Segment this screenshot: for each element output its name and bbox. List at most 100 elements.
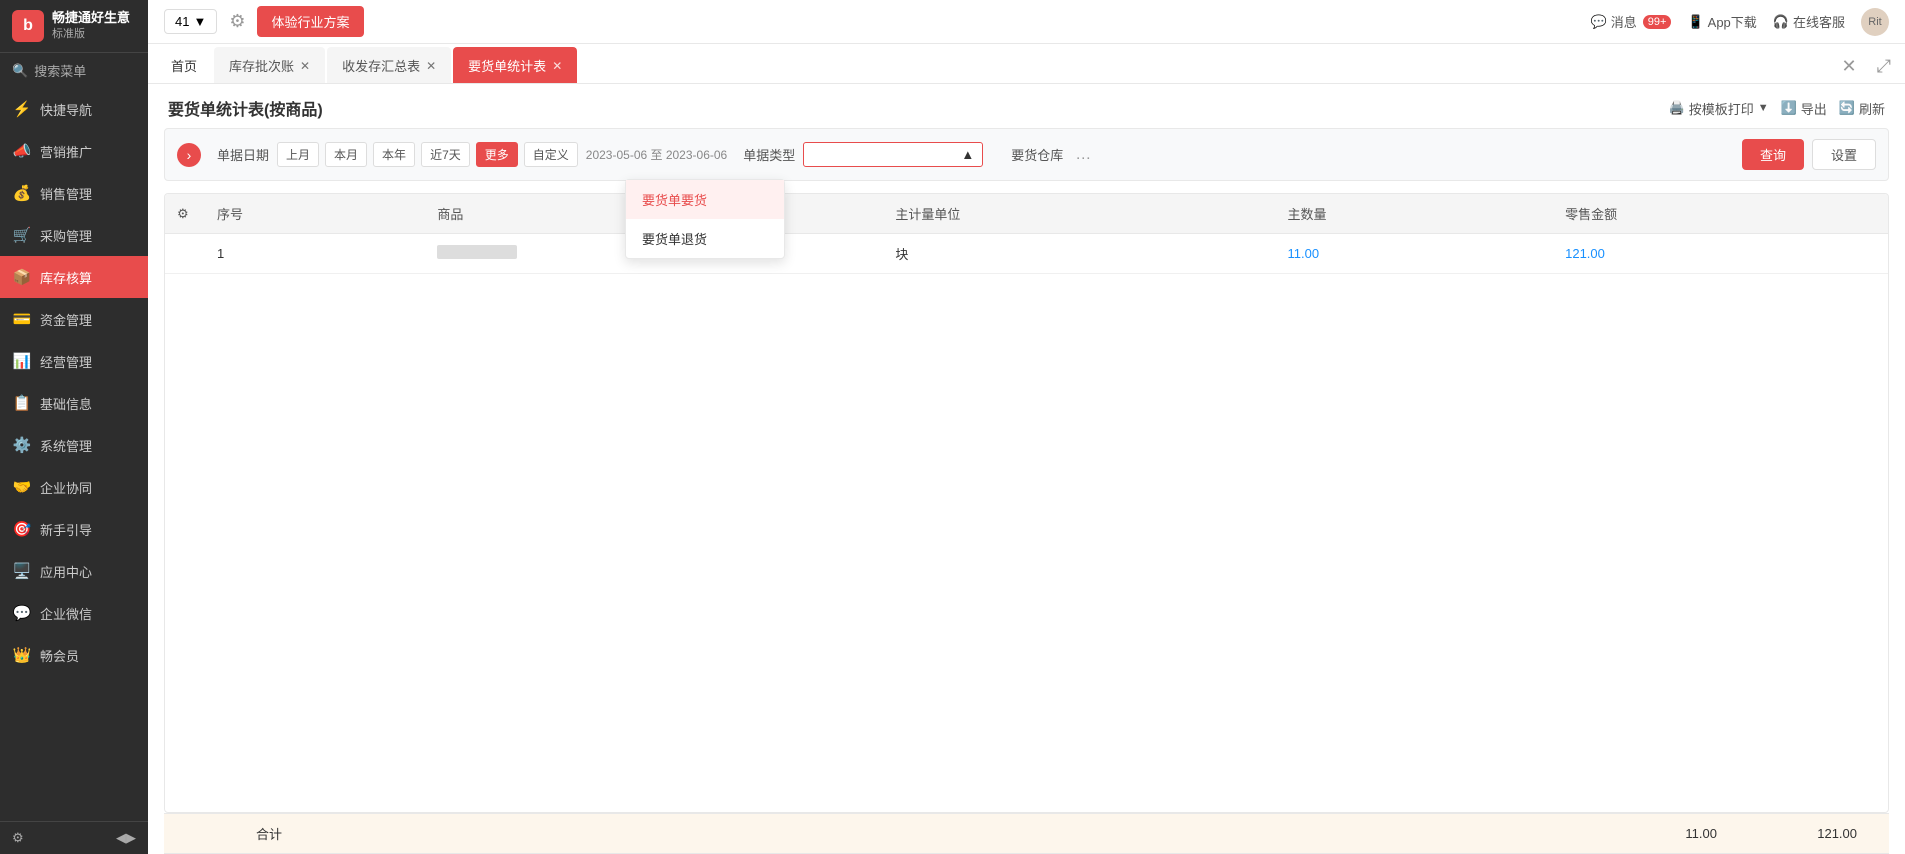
main-area: 41 ▼ ⚙ 体验行业方案 💬 消息 99+ 📱 App下载 🎧 在线客服 Ri… — [148, 0, 1905, 854]
sidebar-item-wechat[interactable]: 💬 企业微信 — [0, 592, 148, 634]
topbar-left: 41 ▼ ⚙ 体验行业方案 — [164, 6, 364, 37]
date-btn-7days[interactable]: 近7天 — [421, 142, 470, 167]
tab-collect-summary[interactable]: 收发存汇总表 ✕ — [327, 47, 451, 83]
tab-close-order-stats[interactable]: ✕ — [552, 59, 562, 73]
export-icon: ⬇️ — [1781, 100, 1797, 116]
amount-link[interactable]: 121.00 — [1565, 246, 1605, 261]
date-btn-last-month[interactable]: 上月 — [277, 142, 319, 167]
dropdown-item-return[interactable]: 要货单退货 — [626, 219, 784, 258]
filter-action-btns: 查询 设置 — [1742, 139, 1876, 170]
enterprise-icon: 🤝 — [12, 477, 32, 497]
sidebar: b 畅捷通好生意 标准版 🔍 搜索菜单 ⚡ 快捷导航 📣 营销推广 💰 销售管理… — [0, 0, 148, 854]
date-btn-more[interactable]: 更多 — [476, 142, 518, 167]
industry-btn[interactable]: 体验行业方案 — [257, 6, 363, 37]
finance-icon: 💳 — [12, 309, 32, 329]
tab-close-inventory-batch[interactable]: ✕ — [300, 59, 310, 73]
search-menu[interactable]: 🔍 搜索菜单 — [0, 53, 148, 88]
tab-order-stats[interactable]: 要货单统计表 ✕ — [453, 47, 577, 83]
cell-unit: 块 — [883, 234, 1275, 274]
sidebar-item-quick-nav[interactable]: ⚡ 快捷导航 — [0, 88, 148, 130]
sidebar-logo: b 畅捷通好生意 标准版 — [0, 0, 148, 53]
settings-col-icon: ⚙ — [177, 206, 189, 221]
tabs-bar: 首页 库存批次账 ✕ 收发存汇总表 ✕ 要货单统计表 ✕ ✕ ⤢ — [148, 44, 1905, 84]
date-range-display: 2023-05-06 至 2023-06-06 — [586, 146, 727, 163]
sidebar-item-app-center[interactable]: 🖥️ 应用中心 — [0, 550, 148, 592]
sidebar-item-sales[interactable]: 💰 销售管理 — [0, 172, 148, 214]
col-amount: 零售金额 — [1553, 194, 1888, 234]
sidebar-item-operation[interactable]: 📊 经营管理 — [0, 340, 148, 382]
filter-expand-btn[interactable]: › — [177, 143, 201, 167]
type-select[interactable]: ▲ — [803, 142, 983, 167]
sidebar-item-purchase[interactable]: 🛒 采购管理 — [0, 214, 148, 256]
online-service-btn[interactable]: 🎧 在线客服 — [1773, 12, 1845, 31]
footer-label: 合计 — [256, 824, 282, 843]
tabs-actions: ✕ ⤢ — [1836, 54, 1898, 83]
data-table: ⚙ 序号 商品 主计量单位 主数量 — [165, 194, 1888, 274]
cell-quantity: 11.00 — [1276, 234, 1554, 274]
quantity-link[interactable]: 11.00 — [1288, 246, 1320, 261]
cell-no: 1 — [205, 234, 425, 274]
store-selector[interactable]: 41 ▼ — [164, 9, 217, 34]
cell-settings — [165, 234, 205, 274]
purchase-icon: 🛒 — [12, 225, 32, 245]
warehouse-filter-group: 要货仓库 … — [1011, 145, 1091, 164]
table-footer: 合计 11.00 121.00 — [164, 813, 1889, 854]
warehouse-more-btn[interactable]: … — [1075, 146, 1091, 164]
basic-icon: 📋 — [12, 393, 32, 413]
tab-close-collect-summary[interactable]: ✕ — [426, 59, 436, 73]
sidebar-item-member[interactable]: 👑 畅会员 — [0, 634, 148, 676]
col-settings[interactable]: ⚙ — [165, 194, 205, 234]
type-filter-group: 单据类型 ▲ — [743, 142, 983, 167]
footer-amount: 121.00 — [1757, 826, 1857, 841]
topbar-right: 💬 消息 99+ 📱 App下载 🎧 在线客服 Rit — [1591, 8, 1889, 36]
query-btn[interactable]: 查询 — [1742, 139, 1804, 170]
message-icon: 💬 — [1591, 14, 1607, 30]
page-title: 要货单统计表(按商品) — [168, 96, 323, 120]
col-no: 序号 — [205, 194, 425, 234]
cell-amount: 121.00 — [1553, 234, 1888, 274]
search-icon: 🔍 — [12, 63, 28, 79]
tab-home[interactable]: 首页 — [156, 47, 212, 83]
page-content: 要货单统计表(按商品) 🖨️ 按模板打印 ▼ ⬇️ 导出 🔄 刷新 › — [148, 84, 1905, 854]
service-icon: 🎧 — [1773, 14, 1789, 30]
type-dropdown: 要货单要货 要货单退货 — [625, 179, 785, 259]
inventory-icon: 📦 — [12, 267, 32, 287]
sidebar-item-inventory[interactable]: 📦 库存核算 — [0, 256, 148, 298]
date-btn-this-month[interactable]: 本月 — [325, 142, 367, 167]
sidebar-nav: ⚡ 快捷导航 📣 营销推广 💰 销售管理 🛒 采购管理 📦 库存核算 💳 资金管… — [0, 88, 148, 821]
refresh-btn[interactable]: 🔄 刷新 — [1839, 99, 1885, 118]
dropdown-item-requisition[interactable]: 要货单要货 — [626, 180, 784, 219]
collapse-icon[interactable]: ◀▶ — [116, 830, 136, 846]
settings-gear-icon[interactable]: ⚙ — [229, 11, 245, 32]
guide-icon: 🎯 — [12, 519, 32, 539]
app-download-btn[interactable]: 📱 App下载 — [1687, 12, 1756, 31]
col-unit: 主计量单位 — [883, 194, 1275, 234]
messages-btn[interactable]: 💬 消息 99+ — [1591, 12, 1672, 31]
date-quick-btns: 上月 本月 本年 近7天 更多 自定义 — [277, 142, 578, 167]
sidebar-item-finance[interactable]: 💳 资金管理 — [0, 298, 148, 340]
system-icon: ⚙️ — [12, 435, 32, 455]
member-icon: 👑 — [12, 645, 32, 665]
wechat-icon: 💬 — [12, 603, 32, 623]
col-quantity: 主数量 — [1276, 194, 1554, 234]
quick-nav-icon: ⚡ — [12, 99, 32, 119]
sidebar-item-basic[interactable]: 📋 基础信息 — [0, 382, 148, 424]
tab-close-all-btn[interactable]: ✕ — [1836, 54, 1863, 79]
table-body: 1 块 11.00 121.00 — [165, 234, 1888, 274]
page-actions: 🖨️ 按模板打印 ▼ ⬇️ 导出 🔄 刷新 — [1669, 99, 1886, 118]
sidebar-item-enterprise[interactable]: 🤝 企业协同 — [0, 466, 148, 508]
print-btn[interactable]: 🖨️ 按模板打印 ▼ — [1669, 99, 1769, 118]
sidebar-item-marketing[interactable]: 📣 营销推广 — [0, 130, 148, 172]
sidebar-item-guide[interactable]: 🎯 新手引导 — [0, 508, 148, 550]
date-btn-this-year[interactable]: 本年 — [373, 142, 415, 167]
app-logo-icon: b — [12, 10, 44, 42]
tab-expand-btn[interactable]: ⤢ — [1871, 54, 1897, 79]
date-btn-custom[interactable]: 自定义 — [524, 142, 578, 167]
tab-inventory-batch[interactable]: 库存批次账 ✕ — [214, 47, 325, 83]
avatar[interactable]: Rit — [1861, 8, 1889, 36]
settings-icon[interactable]: ⚙ — [12, 830, 24, 846]
sidebar-item-system[interactable]: ⚙️ 系统管理 — [0, 424, 148, 466]
filter-settings-btn[interactable]: 设置 — [1812, 139, 1876, 170]
export-btn[interactable]: ⬇️ 导出 — [1781, 99, 1827, 118]
refresh-icon: 🔄 — [1839, 100, 1855, 116]
